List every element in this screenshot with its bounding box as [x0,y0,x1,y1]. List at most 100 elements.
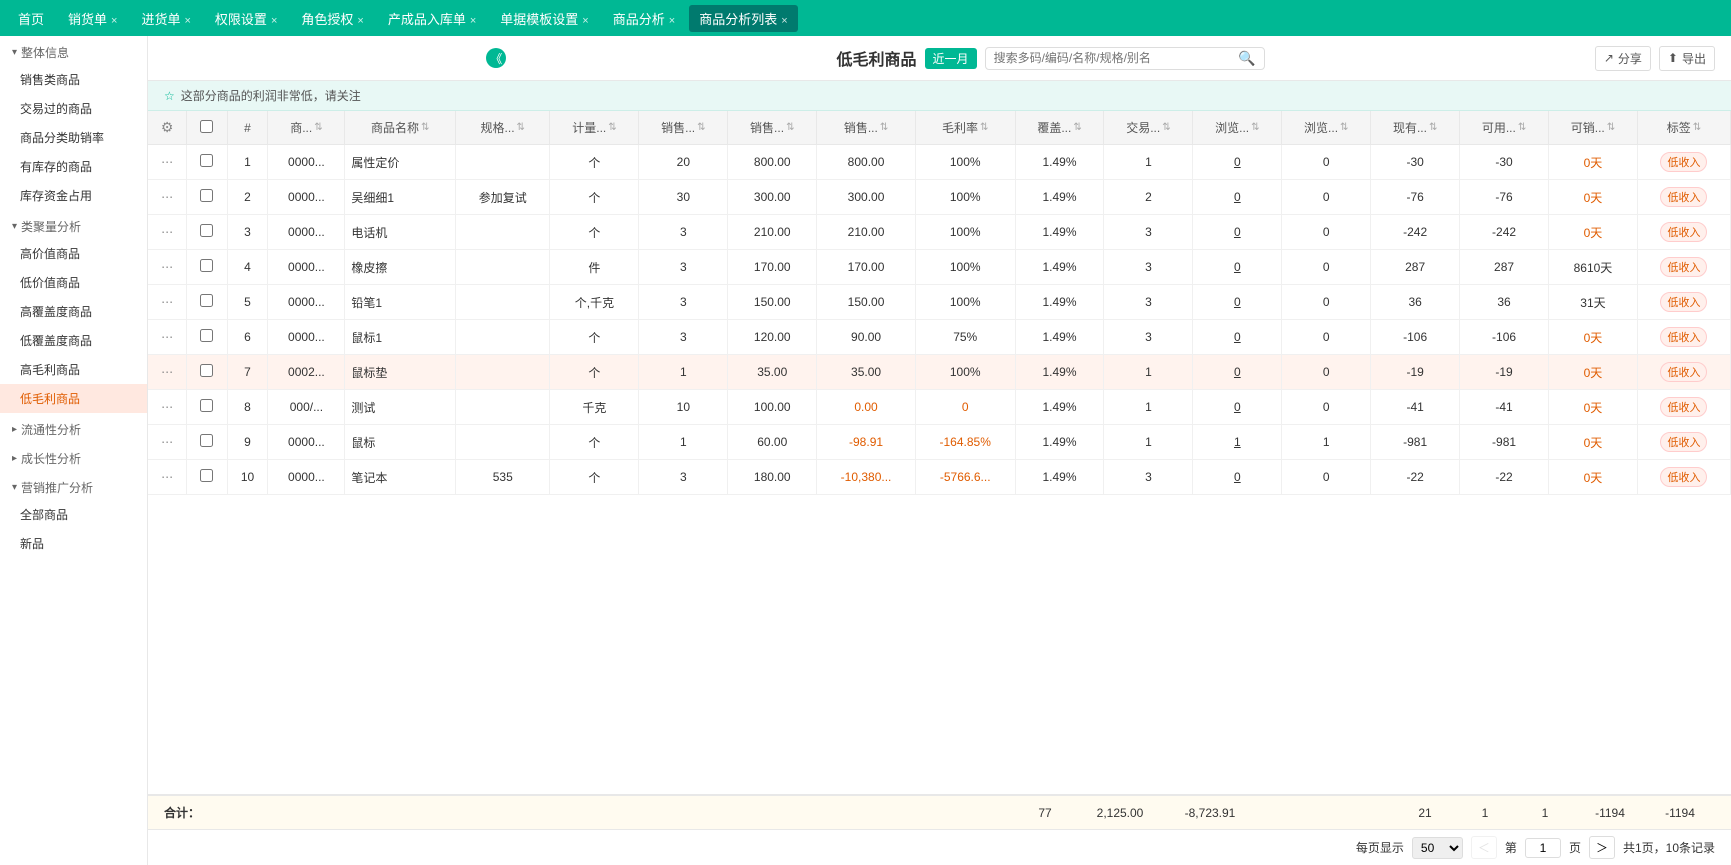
row-name[interactable]: 铅笔1 [345,285,456,320]
nav-analysis-list[interactable]: 商品分析列表× [689,5,797,32]
row-tag[interactable]: 低收入 [1637,180,1730,215]
col-settings-header[interactable]: ⚙ [148,111,187,145]
row-view1[interactable]: 0 [1193,320,1282,355]
sidebar-item-new-products[interactable]: 新品 [0,529,147,558]
row-tag[interactable]: 低收入 [1637,215,1730,250]
col-coverage-header[interactable]: 覆盖...⇅ [1015,111,1104,145]
col-code-header[interactable]: 商...⇅ [268,111,345,145]
sidebar-item-all-products[interactable]: 全部商品 [0,500,147,529]
row-name[interactable]: 鼠标垫 [345,355,456,390]
sidebar-item-inventory-products[interactable]: 有库存的商品 [0,152,147,181]
per-page-select[interactable]: 50 100 200 [1412,837,1463,859]
row-checkbox[interactable] [187,460,227,495]
search-input[interactable] [994,51,1239,65]
filter-recent-month-btn[interactable]: 近一月 [925,48,977,69]
row-settings[interactable]: ⋯ [148,390,187,425]
row-name[interactable]: 电话机 [345,215,456,250]
row-settings[interactable]: ⋯ [148,145,187,180]
row-checkbox[interactable] [187,390,227,425]
nav-sales-order[interactable]: 销货单× [58,5,127,32]
row-tag[interactable]: 低收入 [1637,285,1730,320]
sidebar-item-low-margin[interactable]: 低毛利商品 [0,384,147,413]
row-checkbox[interactable] [187,425,227,460]
row-name[interactable]: 测试 [345,390,456,425]
row-view1[interactable]: 0 [1193,180,1282,215]
col-current-header[interactable]: 现有...⇅ [1371,111,1460,145]
row-view1[interactable]: 0 [1193,145,1282,180]
row-settings[interactable]: ⋯ [148,250,187,285]
row-view1[interactable]: 0 [1193,460,1282,495]
row-name[interactable]: 笔记本 [345,460,456,495]
sidebar-item-sales-products[interactable]: 销售类商品 [0,65,147,94]
row-view1[interactable]: 0 [1193,250,1282,285]
row-view1[interactable]: 0 [1193,285,1282,320]
col-name-header[interactable]: 商品名称⇅ [345,111,456,145]
row-name[interactable]: 橡皮擦 [345,250,456,285]
col-view1-header[interactable]: 浏览...⇅ [1193,111,1282,145]
row-checkbox[interactable] [187,320,227,355]
row-checkbox[interactable] [187,215,227,250]
row-name[interactable]: 属性定价 [345,145,456,180]
nav-product-entry[interactable]: 产成品入库单× [378,5,486,32]
row-tag[interactable]: 低收入 [1637,320,1730,355]
row-tag[interactable]: 低收入 [1637,460,1730,495]
sidebar-group-growth[interactable]: ▸ 成长性分析 [0,442,147,471]
page-number-input[interactable] [1525,838,1561,858]
row-settings[interactable]: ⋯ [148,460,187,495]
row-checkbox[interactable] [187,180,227,215]
row-settings[interactable]: ⋯ [148,425,187,460]
col-saleable-header[interactable]: 可销...⇅ [1549,111,1638,145]
sidebar-item-high-value[interactable]: 高价值商品 [0,239,147,268]
row-checkbox[interactable] [187,250,227,285]
row-tag[interactable]: 低收入 [1637,250,1730,285]
sidebar-group-overall[interactable]: ▾ 整体信息 [0,36,147,65]
sidebar-group-liquidity[interactable]: ▸ 流通性分析 [0,413,147,442]
row-view1[interactable]: 0 [1193,215,1282,250]
nav-home[interactable]: 首页 [8,5,54,32]
col-sales-amount-header[interactable]: 销售...⇅ [728,111,817,145]
row-tag[interactable]: 低收入 [1637,145,1730,180]
select-all-checkbox[interactable] [200,120,213,133]
sidebar-group-cluster[interactable]: ▾ 类聚量分析 [0,210,147,239]
sidebar-item-traded-products[interactable]: 交易过的商品 [0,94,147,123]
row-settings[interactable]: ⋯ [148,320,187,355]
row-name[interactable]: 鼠标1 [345,320,456,355]
row-view1[interactable]: 1 [1193,425,1282,460]
row-checkbox[interactable] [187,355,227,390]
sidebar-item-inventory-capital[interactable]: 库存资金占用 [0,181,147,210]
nav-role-auth[interactable]: 角色授权× [291,5,373,32]
sidebar-item-high-margin[interactable]: 高毛利商品 [0,355,147,384]
col-available-header[interactable]: 可用...⇅ [1460,111,1549,145]
nav-purchase-order[interactable]: 进货单× [131,5,200,32]
sidebar-item-category-rate[interactable]: 商品分类助销率 [0,123,147,152]
row-view1[interactable]: 0 [1193,390,1282,425]
row-settings[interactable]: ⋯ [148,285,187,320]
nav-permissions[interactable]: 权限设置× [205,5,287,32]
share-btn[interactable]: ↗ 分享 [1595,46,1651,71]
row-checkbox[interactable] [187,145,227,180]
sidebar-group-marketing[interactable]: ▾ 营销推广分析 [0,471,147,500]
col-unit-header[interactable]: 计量...⇅ [550,111,639,145]
row-tag[interactable]: 低收入 [1637,390,1730,425]
sidebar-item-high-coverage[interactable]: 高覆盖度商品 [0,297,147,326]
sidebar-collapse-btn[interactable]: 《 [486,48,506,68]
sidebar-item-low-value[interactable]: 低价值商品 [0,268,147,297]
col-trade-header[interactable]: 交易...⇅ [1104,111,1193,145]
search-icon[interactable]: 🔍 [1238,50,1255,67]
row-checkbox[interactable] [187,285,227,320]
col-checkbox-header[interactable] [187,111,227,145]
row-settings[interactable]: ⋯ [148,215,187,250]
row-name[interactable]: 吴细细1 [345,180,456,215]
next-page-btn[interactable]: ＞ [1589,836,1615,859]
row-tag[interactable]: 低收入 [1637,355,1730,390]
col-view2-header[interactable]: 浏览...⇅ [1282,111,1371,145]
col-gross-rate-header[interactable]: 毛利率⇅ [915,111,1015,145]
sidebar-item-low-coverage[interactable]: 低覆盖度商品 [0,326,147,355]
row-tag[interactable]: 低收入 [1637,425,1730,460]
col-spec-header[interactable]: 规格...⇅ [455,111,550,145]
col-tag-header[interactable]: 标签⇅ [1637,111,1730,145]
row-view1[interactable]: 0 [1193,355,1282,390]
nav-template-settings[interactable]: 单据模板设置× [490,5,598,32]
col-sales-profit-header[interactable]: 销售...⇅ [817,111,916,145]
row-settings[interactable]: ⋯ [148,180,187,215]
